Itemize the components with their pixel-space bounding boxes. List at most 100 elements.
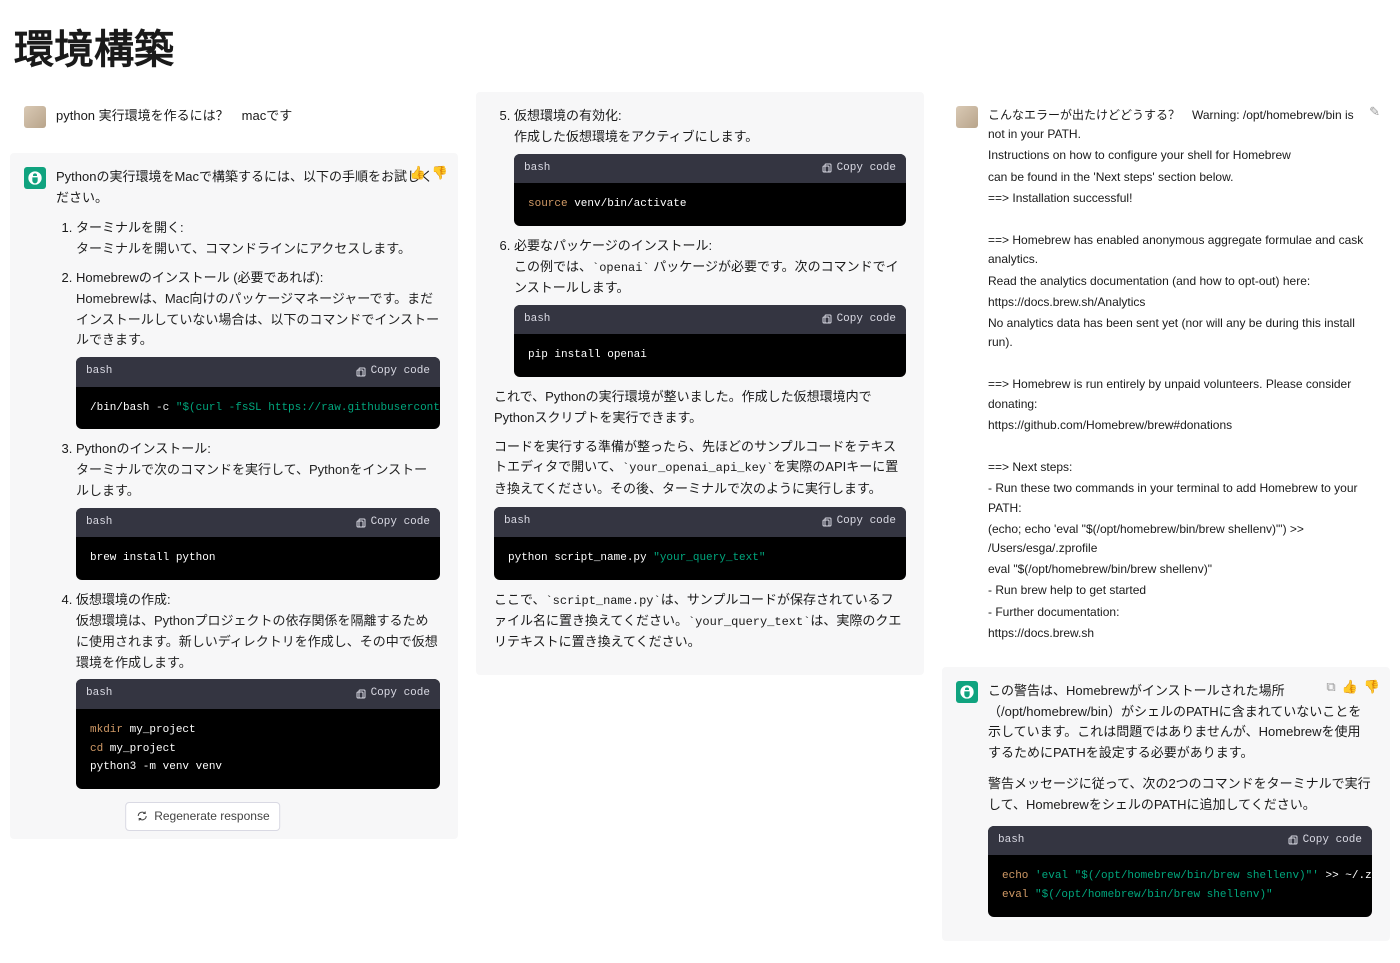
code-lang: bash xyxy=(86,514,112,532)
clipboard-icon xyxy=(355,517,367,529)
error-line: https://docs.brew.sh xyxy=(988,624,1372,643)
user-error-text: こんなエラーが出たけどどうする？ Warning: /opt/homebrew/… xyxy=(988,106,1372,643)
step-title: Pythonのインストール: xyxy=(76,439,440,460)
copy-label: Copy code xyxy=(1303,832,1362,850)
step-title: 仮想環境の有効化: xyxy=(514,106,906,127)
para: この警告は、Homebrewがインストールされた場所（/opt/homebrew… xyxy=(988,681,1372,764)
step-item: 仮想環境の有効化:作成した仮想環境をアクティブにします。 bash Copy cod… xyxy=(514,106,906,226)
step-desc: 仮想環境は、Pythonプロジェクトの依存関係を隔離するために使用されます。新し… xyxy=(76,611,440,673)
copy-code-button[interactable]: Copy code xyxy=(821,513,896,531)
code-block: bash Copy code python script_name.py "yo… xyxy=(494,507,906,579)
code-content: brew install python xyxy=(76,537,440,580)
code-content: mkdir my_project cd my_project python3 -… xyxy=(76,709,440,789)
code-block: bash Copy code source venv/bin/activate xyxy=(514,154,906,226)
code-block: bash Copy code mkdir my_project cd my_proj… xyxy=(76,679,440,789)
copy-code-button[interactable]: Copy code xyxy=(821,311,896,329)
code-lang: bash xyxy=(86,685,112,703)
assistant-message: ⧉ 👍 👎 Pythonの実行環境をMacで構築するには、以下の手順をお試しくだ… xyxy=(10,153,458,839)
assistant-intro: Pythonの実行環境をMacで構築するには、以下の手順をお試しください。 xyxy=(56,167,440,209)
edit-icon[interactable]: ✎ xyxy=(1369,102,1380,123)
copy-code-button[interactable]: Copy code xyxy=(1287,832,1362,850)
step-desc: Homebrewは、Mac向けのパッケージマネージャーです。まだインストールして… xyxy=(76,289,440,351)
column-3: ✎ こんなエラーが出たけどどうする？ Warning: /opt/homebre… xyxy=(942,92,1390,949)
column-2: 仮想環境の有効化:作成した仮想環境をアクティブにします。 bash Copy cod… xyxy=(476,92,924,683)
thumbs-up-icon[interactable]: 👍 xyxy=(410,163,426,184)
error-line: (echo; echo 'eval "$(/opt/homebrew/bin/b… xyxy=(988,520,1372,558)
step-title: Homebrewのインストール (必要であれば): xyxy=(76,268,440,289)
error-line xyxy=(988,437,1372,456)
step-desc: 作成した仮想環境をアクティブにします。 xyxy=(514,127,906,148)
code-block: bash Copy code brew install python xyxy=(76,508,440,580)
message-actions: ⧉ 👍 👎 xyxy=(394,163,448,184)
code-content: echo 'eval "$(/opt/homebrew/bin/brew she… xyxy=(988,855,1372,916)
error-line: ==> Homebrew is run entirely by unpaid v… xyxy=(988,375,1372,413)
user-message-error: ✎ こんなエラーが出たけどどうする？ Warning: /opt/homebre… xyxy=(942,92,1390,659)
error-line: こんなエラーが出たけどどうする？ Warning: /opt/homebrew/… xyxy=(988,106,1372,144)
step-item: 仮想環境の作成:仮想環境は、Pythonプロジェクトの依存関係を隔離するために使… xyxy=(76,590,440,789)
error-line: Read the analytics documentation (and ho… xyxy=(988,272,1372,291)
code-lang: bash xyxy=(524,311,550,329)
regenerate-label: Regenerate response xyxy=(154,807,269,826)
message-actions: ⧉ 👍 👎 xyxy=(1326,677,1380,698)
error-line: https://github.com/Homebrew/brew#donatio… xyxy=(988,416,1372,435)
clipboard-icon xyxy=(821,516,833,528)
code-content: /bin/bash -c "$(curl -fsSL https://raw.g… xyxy=(76,387,440,430)
error-line: - Run brew help to get started xyxy=(988,581,1372,600)
user-avatar xyxy=(956,106,978,128)
clipboard-icon xyxy=(821,162,833,174)
code-content: source venv/bin/activate xyxy=(514,183,906,226)
code-content: python script_name.py "your_query_text" xyxy=(494,537,906,580)
code-lang: bash xyxy=(998,832,1024,850)
para: 警告メッセージに従って、次の2つのコマンドをターミナルで実行して、Homebre… xyxy=(988,774,1372,816)
code-lang: bash xyxy=(86,363,112,381)
copy-code-button[interactable]: Copy code xyxy=(355,363,430,381)
assistant-message-2: ⧉ 👍 👎 この警告は、Homebrewがインストールされた場所（/opt/ho… xyxy=(942,667,1390,941)
user-message: python 実行環境を作るには？ macです xyxy=(10,92,458,145)
step-item: ターミナルを開く:ターミナルを開いて、コマンドラインにアクセスします。 xyxy=(76,218,440,260)
page-title: 環境構築 xyxy=(0,0,1400,92)
step-title: ターミナルを開く: xyxy=(76,218,440,239)
para: コードを実行する準備が整ったら、先ほどのサンプルコードをテキストエディタで開いて… xyxy=(494,437,906,500)
clipboard-icon xyxy=(355,366,367,378)
step-title: 仮想環境の作成: xyxy=(76,590,440,611)
thumbs-down-icon[interactable]: 👎 xyxy=(432,163,448,184)
user-avatar xyxy=(24,106,46,128)
step-item: Homebrewのインストール (必要であれば):Homebrewは、Mac向け… xyxy=(76,268,440,429)
regenerate-icon xyxy=(136,810,148,822)
copy-code-button[interactable]: Copy code xyxy=(355,685,430,703)
message-actions: ✎ xyxy=(1369,102,1380,123)
openai-icon xyxy=(959,684,975,700)
error-line: ==> Homebrew has enabled anonymous aggre… xyxy=(988,231,1372,269)
copy-label: Copy code xyxy=(837,513,896,531)
clipboard-icon xyxy=(1287,834,1299,846)
error-line: - Further documentation: xyxy=(988,603,1372,622)
step-desc: ターミナルで次のコマンドを実行して、Pythonをインストールします。 xyxy=(76,460,440,502)
copy-icon[interactable]: ⧉ xyxy=(1326,677,1335,698)
regenerate-button[interactable]: Regenerate response xyxy=(125,802,280,831)
code-block: bash Copy code echo 'eval "$(/opt/homebr… xyxy=(988,826,1372,917)
steps-list-cont: 仮想環境の有効化:作成した仮想環境をアクティブにします。 bash Copy cod… xyxy=(494,106,906,377)
step-desc: この例では、`openai` パッケージが必要です。次のコマンドでインストールし… xyxy=(514,257,906,299)
column-1: python 実行環境を作るには？ macです ⧉ 👍 👎 Pythonの実行環… xyxy=(10,92,458,847)
para: ここで、`script_name.py`は、サンプルコードが保存されているファイ… xyxy=(494,590,906,653)
code-lang: bash xyxy=(524,160,550,178)
clipboard-icon xyxy=(355,688,367,700)
step-item: Pythonのインストール:ターミナルで次のコマンドを実行して、Pythonをイ… xyxy=(76,439,440,580)
assistant-message-cont: 仮想環境の有効化:作成した仮想環境をアクティブにします。 bash Copy cod… xyxy=(476,92,924,675)
copy-label: Copy code xyxy=(837,160,896,178)
copy-code-button[interactable]: Copy code xyxy=(821,160,896,178)
error-line: No analytics data has been sent yet (nor… xyxy=(988,314,1372,352)
error-line xyxy=(988,354,1372,373)
error-line xyxy=(988,210,1372,229)
error-line: ==> Installation successful! xyxy=(988,189,1372,208)
error-line: ==> Next steps: xyxy=(988,458,1372,477)
assistant-avatar xyxy=(956,681,978,703)
copy-label: Copy code xyxy=(371,363,430,381)
step-item: 必要なパッケージのインストール:この例では、`openai` パッケージが必要で… xyxy=(514,236,906,377)
thumbs-down-icon[interactable]: 👎 xyxy=(1364,677,1380,698)
copy-code-button[interactable]: Copy code xyxy=(355,514,430,532)
copy-icon[interactable]: ⧉ xyxy=(394,163,403,184)
copy-label: Copy code xyxy=(837,311,896,329)
error-line: can be found in the 'Next steps' section… xyxy=(988,168,1372,187)
thumbs-up-icon[interactable]: 👍 xyxy=(1342,677,1358,698)
